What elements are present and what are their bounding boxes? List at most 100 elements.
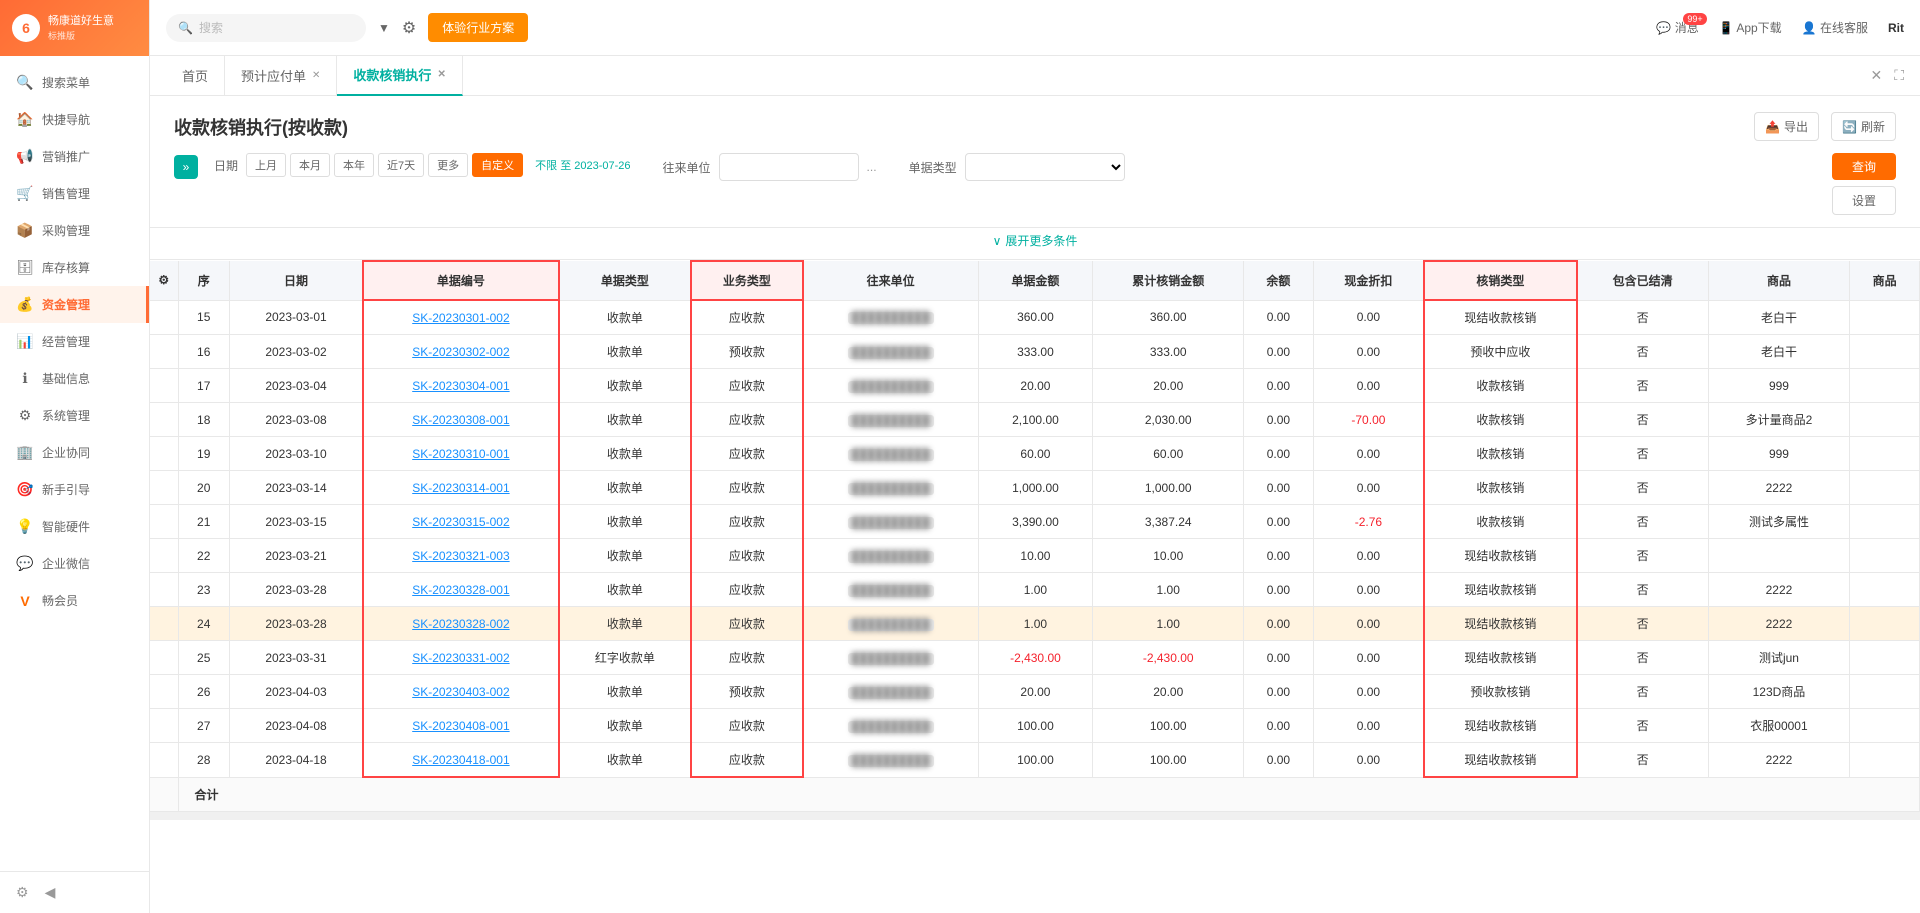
settings-icon[interactable]: ⚙ [16,884,29,901]
td-goods [1708,539,1850,573]
topbar-dropdown[interactable]: ▼ [378,21,390,35]
setting-button[interactable]: 设置 [1832,186,1896,215]
th-balance: 余额 [1244,261,1314,300]
horizontal-scrollbar[interactable] [150,812,1920,820]
sidebar-item-inventory[interactable]: 🗄 库存核算 [0,249,149,286]
sidebar-item-enterprise[interactable]: 🏢 企业协同 [0,434,149,471]
th-cash-discount: 现金折扣 [1313,261,1424,300]
table-row: 17 2023-03-04 SK-20230304-001 收款单 应收款 ██… [150,369,1920,403]
date-btn-lastmonth[interactable]: 上月 [246,153,286,177]
user-info[interactable]: Rit [1888,21,1904,35]
td-cancel-type: 现结收款核销 [1424,641,1577,675]
tab-prepay[interactable]: 预计应付单 ✕ [225,56,337,96]
sidebar-item-finance[interactable]: 💰 资金管理 [0,286,149,323]
th-date: 日期 [229,261,363,300]
export-button[interactable]: 📤 导出 [1754,112,1819,141]
td-date: 2023-03-02 [229,335,363,369]
sidebar-item-guide[interactable]: 🎯 新手引导 [0,471,149,508]
sidebar-item-search[interactable]: 🔍 搜索菜单 [0,64,149,101]
sidebar-item-operations[interactable]: 📊 经营管理 [0,323,149,360]
td-date: 2023-03-31 [229,641,363,675]
td-goods2 [1850,369,1920,403]
filter-toggle[interactable]: » [174,155,198,179]
td-balance: 0.00 [1244,539,1314,573]
tab-home[interactable]: 首页 [166,56,225,96]
sidebar-item-basic[interactable]: ℹ 基础信息 [0,360,149,397]
refresh-button[interactable]: 🔄 刷新 [1831,112,1896,141]
tab-expand-icon[interactable]: ⛶ [1894,67,1904,84]
table-row: 15 2023-03-01 SK-20230301-002 收款单 应收款 ██… [150,300,1920,335]
sidebar-item-sales[interactable]: 🛒 销售管理 [0,175,149,212]
bill-no-link[interactable]: SK-20230302-002 [412,345,509,359]
partner-input[interactable] [719,153,859,181]
td-bill-type: 红字收款单 [559,641,691,675]
date-btn-thismonth[interactable]: 本月 [290,153,330,177]
online-service[interactable]: 👤 在线客服 [1802,19,1868,36]
td-bill-type: 收款单 [559,675,691,709]
sidebar-item-purchase[interactable]: 📦 采购管理 [0,212,149,249]
date-btn-thisyear[interactable]: 本年 [334,153,374,177]
sidebar-item-quicknav[interactable]: 🏠 快捷导航 [0,101,149,138]
td-amount: 2,100.00 [978,403,1093,437]
td-biz-type: 应收款 [691,403,803,437]
td-goods: 测试多属性 [1708,505,1850,539]
td-goods: 测试jun [1708,641,1850,675]
sidebar-item-system[interactable]: ⚙ 系统管理 [0,397,149,434]
bill-no-link[interactable]: SK-20230314-001 [412,481,509,495]
sidebar-item-wechat[interactable]: 💬 企业微信 [0,545,149,582]
th-gear[interactable]: ⚙ [150,261,178,300]
sidebar-item-marketing[interactable]: 📢 营销推广 [0,138,149,175]
td-bill-type: 收款单 [559,505,691,539]
date-btn-custom[interactable]: 自定义 [472,153,523,177]
td-date: 2023-03-14 [229,471,363,505]
tab-collection[interactable]: 收款核销执行 ✕ [337,56,462,96]
td-amount: 10.00 [978,539,1093,573]
bill-no-link[interactable]: SK-20230328-001 [412,583,509,597]
td-balance: 0.00 [1244,743,1314,778]
sales-icon: 🛒 [16,185,34,202]
app-icon: 📱 [1719,21,1734,35]
message-badge[interactable]: 💬 消息 99+ [1656,19,1698,36]
member-icon: V [16,593,34,609]
td-partner: ██████████ [803,675,978,709]
td-cancel-type: 收款核销 [1424,437,1577,471]
date-btn-more[interactable]: 更多 [428,153,468,177]
td-goods: 123D商品 [1708,675,1850,709]
solution-button[interactable]: 体验行业方案 [428,13,528,42]
td-partner: ██████████ [803,335,978,369]
bill-no-link[interactable]: SK-20230408-001 [412,719,509,733]
bill-no-link[interactable]: SK-20230301-002 [412,311,509,325]
td-goods: 衣服00001 [1708,709,1850,743]
topbar-gear-icon[interactable]: ⚙ [402,18,416,38]
tab-close-prepay[interactable]: ✕ [312,70,320,81]
table-row: 28 2023-04-18 SK-20230418-001 收款单 应收款 ██… [150,743,1920,778]
collapse-icon[interactable]: ◀ [45,884,56,901]
td-goods: 老白干 [1708,335,1850,369]
app-download[interactable]: 📱 App下载 [1719,19,1782,36]
topbar-search[interactable]: 🔍 搜索 [166,14,366,42]
td-no: 21 [178,505,229,539]
table-footer: 合计 [150,777,1920,812]
bill-no-link[interactable]: SK-20230328-002 [412,617,509,631]
bill-no-link[interactable]: SK-20230403-002 [412,685,509,699]
bill-no-link[interactable]: SK-20230418-001 [412,753,509,767]
td-bill-no: SK-20230304-001 [363,369,559,403]
bill-no-link[interactable]: SK-20230310-001 [412,447,509,461]
bill-type-select[interactable] [965,153,1125,181]
expand-more-button[interactable]: ∨ 展开更多条件 [993,232,1078,249]
tab-close-collection[interactable]: ✕ [437,69,445,80]
td-no: 23 [178,573,229,607]
bill-no-link[interactable]: SK-20230315-002 [412,515,509,529]
sidebar-item-hardware[interactable]: 💡 智能硬件 [0,508,149,545]
td-partner: ██████████ [803,743,978,778]
date-btn-7days[interactable]: 近7天 [378,153,424,177]
query-button[interactable]: 查询 [1832,153,1896,180]
td-gear [150,539,178,573]
bill-no-link[interactable]: SK-20230331-002 [412,651,509,665]
bill-no-link[interactable]: SK-20230308-001 [412,413,509,427]
td-cancel-type: 收款核销 [1424,369,1577,403]
tab-close-icon[interactable]: ✕ [1870,67,1882,84]
bill-no-link[interactable]: SK-20230321-003 [412,549,509,563]
bill-no-link[interactable]: SK-20230304-001 [412,379,509,393]
sidebar-item-member[interactable]: V 畅会员 [0,582,149,619]
